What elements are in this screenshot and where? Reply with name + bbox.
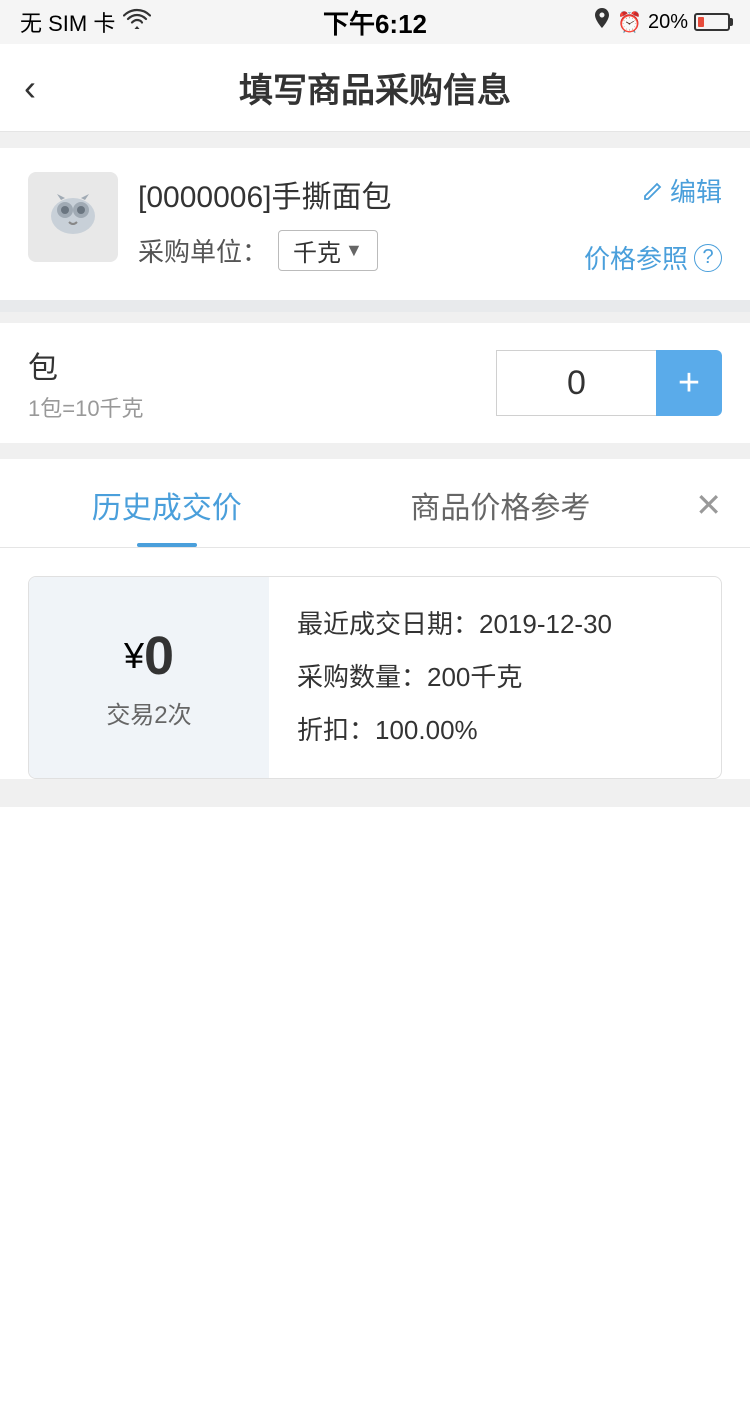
trade-count: 交易2次 <box>106 695 191 730</box>
page-title: 填写商品采购信息 <box>239 63 511 112</box>
currency-symbol: ¥ <box>124 635 144 677</box>
back-button[interactable]: ‹ <box>24 67 36 109</box>
quantity-section: 包 1包=10千克 0 + <box>0 322 750 443</box>
unit-selector[interactable]: 千克 ▼ <box>278 230 378 271</box>
product-actions: 编辑 价格参照 ? <box>584 172 722 276</box>
tabs-close-button[interactable]: ✕ <box>667 462 750 544</box>
history-price-left: ¥0 交易2次 <box>29 577 269 778</box>
unit-value: 千克 <box>293 233 341 268</box>
price-reference-button[interactable]: 价格参照 ? <box>584 239 722 276</box>
qty-unit: 包 <box>28 343 144 387</box>
quantity-control: 0 + <box>496 350 722 416</box>
quantity-increment-button[interactable]: + <box>656 350 722 416</box>
product-logo-icon <box>43 188 103 247</box>
wifi-icon <box>123 8 151 36</box>
location-icon <box>593 8 611 36</box>
purchase-qty-label: 采购数量： <box>297 662 427 692</box>
last-trade-date-value: 2019-12-30 <box>479 609 612 639</box>
qty-unit-hint: 1包=10千克 <box>28 391 144 423</box>
purchase-qty-value: 200千克 <box>427 662 522 692</box>
tabs-header: 历史成交价 商品价格参考 ✕ <box>0 459 750 548</box>
discount-label: 折扣： <box>297 715 375 745</box>
unit-label: 采购单位： <box>138 232 268 269</box>
history-price-right: 最近成交日期：2019-12-30 采购数量：200千克 折扣：100.00% <box>269 577 721 778</box>
status-bar: 无 SIM 卡 下午6:12 ⏰ 20% <box>0 0 750 44</box>
bottom-area <box>0 807 750 1407</box>
purchase-qty-row: 采购数量：200千克 <box>297 658 693 697</box>
tab-history-price[interactable]: 历史成交价 <box>0 459 334 547</box>
history-price-card: ¥0 交易2次 最近成交日期：2019-12-30 采购数量：200千克 折扣：… <box>28 576 722 779</box>
status-left: 无 SIM 卡 <box>20 6 151 38</box>
tab-price-reference[interactable]: 商品价格参考 <box>334 459 668 547</box>
last-trade-date-label: 最近成交日期： <box>297 609 479 639</box>
quantity-input[interactable]: 0 <box>496 350 656 416</box>
history-price-display: ¥0 <box>124 625 174 687</box>
status-time: 下午6:12 <box>323 4 427 41</box>
last-trade-date-row: 最近成交日期：2019-12-30 <box>297 605 693 644</box>
product-name: [0000006]手撕面包 <box>138 172 391 216</box>
question-icon: ? <box>694 244 722 272</box>
status-right: ⏰ 20% <box>593 8 730 36</box>
discount-value: 100.00% <box>375 715 478 745</box>
unit-dropdown-icon: ▼ <box>345 240 363 261</box>
product-card: [0000006]手撕面包 采购单位： 千克 ▼ 编辑 价格参照 ? <box>0 148 750 300</box>
nav-bar: ‹ 填写商品采购信息 <box>0 44 750 132</box>
alarm-icon: ⏰ <box>617 10 642 35</box>
battery-percent: 20% <box>648 11 688 34</box>
tabs-section: 历史成交价 商品价格参考 ✕ ¥0 交易2次 最近成交日期：2019-12-30… <box>0 459 750 779</box>
product-thumbnail <box>28 172 118 262</box>
history-price-value: 0 <box>144 626 174 686</box>
discount-row: 折扣：100.00% <box>297 711 693 750</box>
edit-button[interactable]: 编辑 <box>642 172 722 209</box>
sim-status: 无 SIM 卡 <box>20 6 115 38</box>
section-divider <box>0 300 750 312</box>
battery-icon <box>694 13 730 31</box>
